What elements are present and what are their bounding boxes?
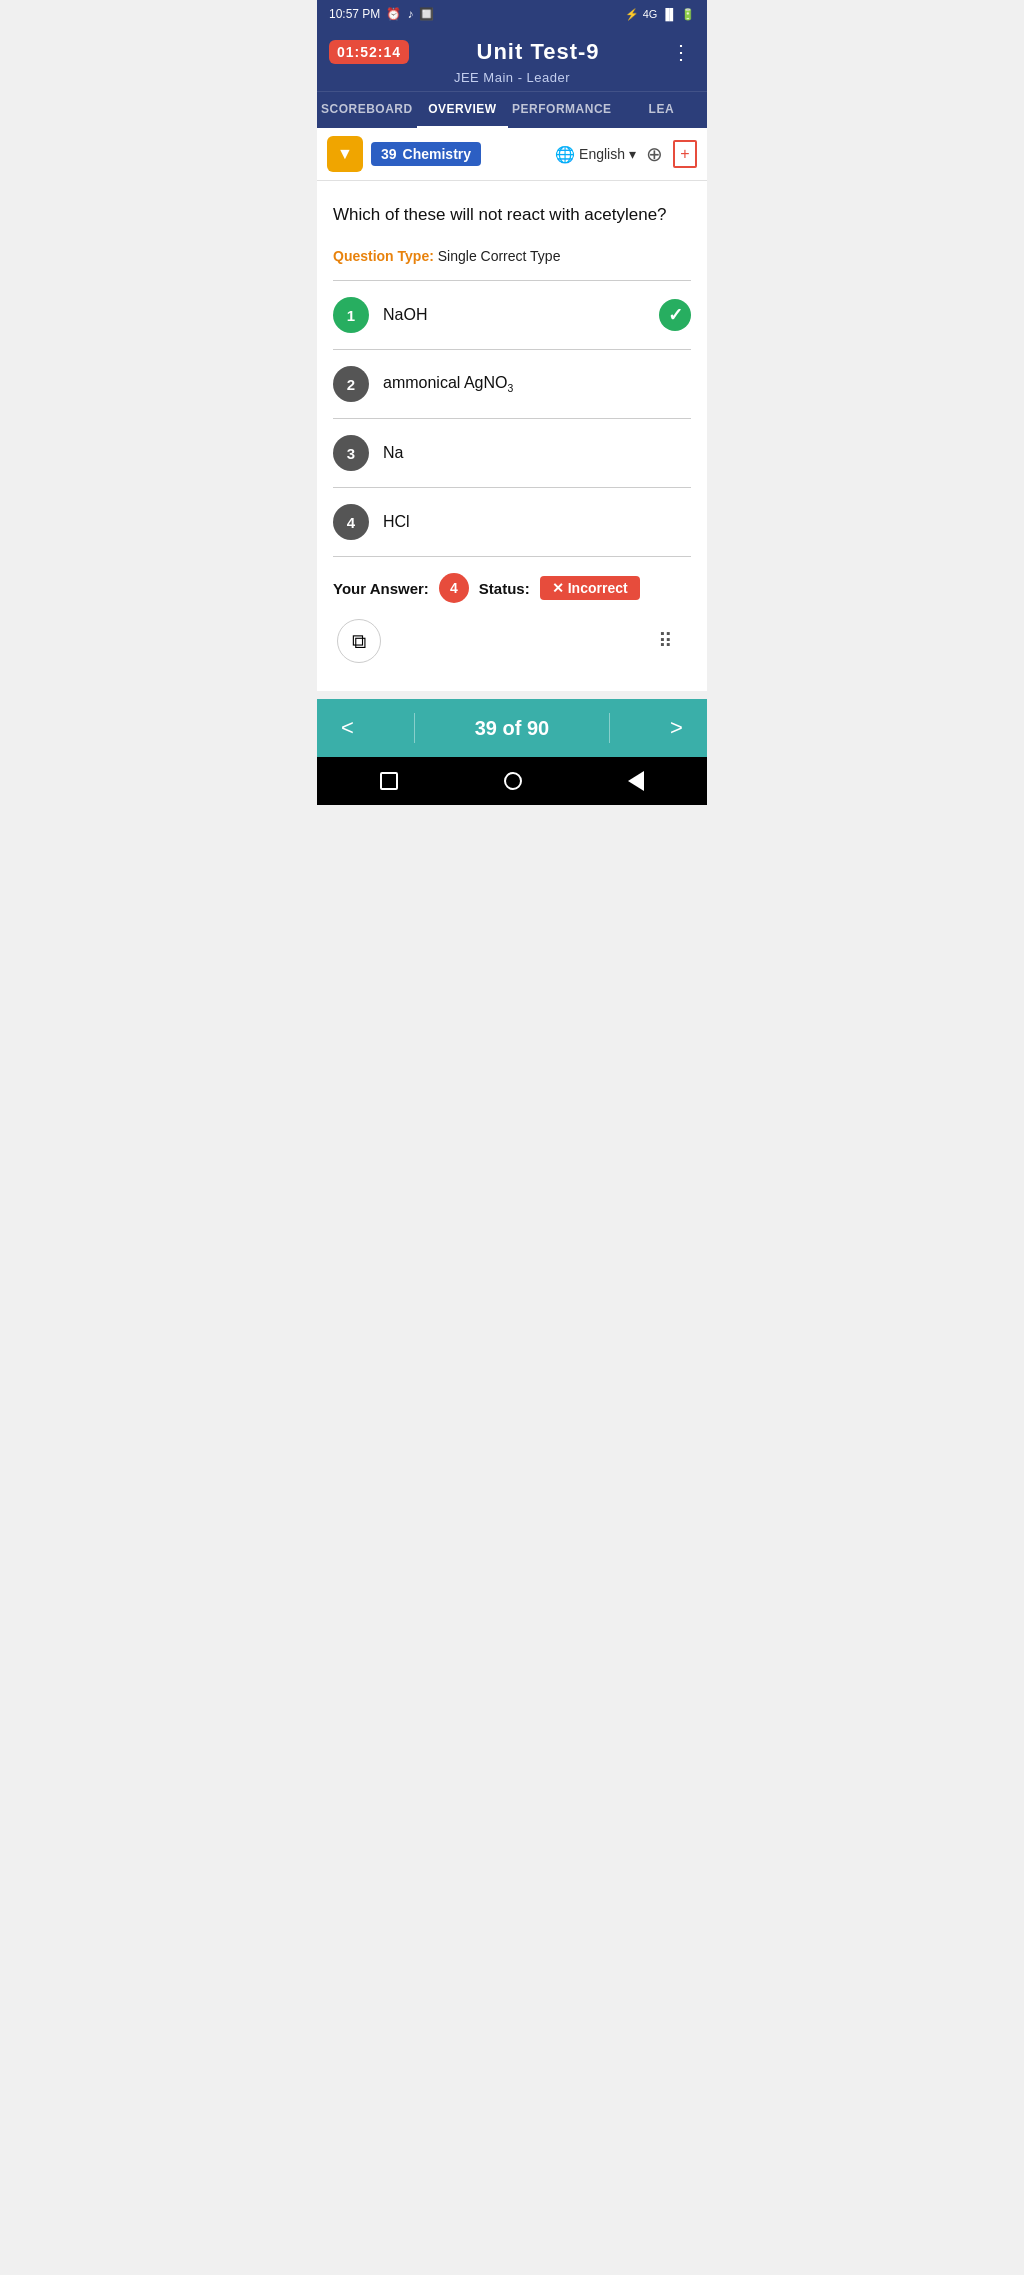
bluetooth-icon: ⚡ bbox=[625, 8, 639, 21]
option-2-text: ammonical AgNO3 bbox=[383, 374, 691, 394]
zoom-button[interactable]: ⊕ bbox=[646, 142, 663, 166]
globe-icon: 🌐 bbox=[555, 145, 575, 164]
status-badge: ✕ Incorrect bbox=[540, 576, 640, 600]
status-bar-left: 10:57 PM ⏰ ♪ 🔲 bbox=[329, 7, 434, 21]
more-menu-button[interactable]: ⋮ bbox=[667, 36, 695, 68]
option-4-number: 4 bbox=[333, 504, 369, 540]
option-4[interactable]: 4 HCl bbox=[333, 488, 691, 556]
filter-icon: ▼ bbox=[337, 145, 353, 163]
signal-text: 4G bbox=[643, 8, 658, 20]
page-divider-left bbox=[414, 713, 415, 743]
language-button[interactable]: 🌐 English ▾ bbox=[555, 145, 636, 164]
status-icon: ✕ bbox=[552, 580, 564, 596]
tiktok-icon: ♪ bbox=[407, 7, 413, 21]
page-divider-right bbox=[609, 713, 610, 743]
grid-button[interactable]: ⠿ bbox=[643, 619, 687, 663]
android-back-icon[interactable] bbox=[628, 771, 644, 791]
answer-status: Your Answer: 4 Status: ✕ Incorrect bbox=[333, 557, 691, 611]
tab-overview[interactable]: OVERVIEW bbox=[417, 92, 508, 128]
status-bar-right: ⚡ 4G ▐▌ 🔋 bbox=[625, 8, 695, 21]
subject-badge: 39 Chemistry bbox=[371, 142, 481, 166]
tab-scoreboard[interactable]: SCOREBOARD bbox=[317, 92, 417, 128]
language-label: English bbox=[579, 146, 625, 162]
status-bar: 10:57 PM ⏰ ♪ 🔲 ⚡ 4G ▐▌ 🔋 bbox=[317, 0, 707, 28]
question-type-label: Question Type: bbox=[333, 248, 434, 264]
option-3-text: Na bbox=[383, 444, 691, 462]
question-text: Which of these will not react with acety… bbox=[333, 201, 691, 228]
header-subtitle: JEE Main - Leader bbox=[329, 70, 695, 91]
status-text: Incorrect bbox=[568, 580, 628, 596]
status-label: Status: bbox=[479, 580, 530, 597]
toolbar: ▼ 39 Chemistry 🌐 English ▾ ⊕ + bbox=[317, 128, 707, 181]
question-number: 39 bbox=[381, 146, 397, 162]
question-type-value: Single Correct Type bbox=[438, 248, 561, 264]
copy-icon: ⧉ bbox=[352, 630, 366, 653]
question-type: Question Type: Single Correct Type bbox=[333, 248, 691, 264]
next-button[interactable]: > bbox=[670, 715, 683, 741]
timer-badge: 01:52:14 bbox=[329, 40, 409, 64]
option-1-text: NaOH bbox=[383, 306, 645, 324]
option-2-number: 2 bbox=[333, 366, 369, 402]
grid-icon: ⠿ bbox=[658, 629, 673, 653]
option-3-number: 3 bbox=[333, 435, 369, 471]
tab-lea[interactable]: LEA bbox=[616, 92, 707, 128]
toolbar-right: 🌐 English ▾ ⊕ + bbox=[555, 140, 697, 168]
option-1-number: 1 bbox=[333, 297, 369, 333]
dropdown-arrow-icon: ▾ bbox=[629, 146, 636, 162]
option-1-correct-icon: ✓ bbox=[659, 299, 691, 331]
zoom-icon: ⊕ bbox=[646, 143, 663, 165]
pagination-bar: < 39 of 90 > bbox=[317, 699, 707, 757]
notification-icon: 🔲 bbox=[419, 7, 434, 21]
copy-button[interactable]: ⧉ bbox=[337, 619, 381, 663]
alarm-icon: ⏰ bbox=[386, 7, 401, 21]
prev-button[interactable]: < bbox=[341, 715, 354, 741]
header: 01:52:14 Unit Test-9 ⋮ JEE Main - Leader bbox=[317, 28, 707, 91]
android-recent-apps-icon[interactable] bbox=[380, 772, 398, 790]
nav-tabs: SCOREBOARD OVERVIEW PERFORMANCE LEA bbox=[317, 91, 707, 128]
android-home-icon[interactable] bbox=[504, 772, 522, 790]
your-answer-label: Your Answer: bbox=[333, 580, 429, 597]
option-1[interactable]: 1 NaOH ✓ bbox=[333, 281, 691, 349]
option-3[interactable]: 3 Na bbox=[333, 419, 691, 487]
signal-bars-icon: ▐▌ bbox=[661, 8, 677, 20]
tab-performance[interactable]: PERFORMANCE bbox=[508, 92, 616, 128]
option-2[interactable]: 2 ammonical AgNO3 bbox=[333, 350, 691, 418]
subject-name: Chemistry bbox=[403, 146, 471, 162]
header-top: 01:52:14 Unit Test-9 ⋮ bbox=[329, 36, 695, 68]
filter-button[interactable]: ▼ bbox=[327, 136, 363, 172]
bottom-actions: ⧉ ⠿ bbox=[333, 611, 691, 671]
android-nav-bar bbox=[317, 757, 707, 805]
page-title: Unit Test-9 bbox=[409, 39, 667, 65]
status-time: 10:57 PM bbox=[329, 7, 380, 21]
question-card: Which of these will not react with acety… bbox=[317, 181, 707, 691]
bookmark-icon: + bbox=[673, 140, 697, 168]
option-4-text: HCl bbox=[383, 513, 691, 531]
page-count: 39 of 90 bbox=[475, 717, 549, 740]
bookmark-button[interactable]: + bbox=[673, 140, 697, 168]
your-answer-badge: 4 bbox=[439, 573, 469, 603]
battery-icon: 🔋 bbox=[681, 8, 695, 21]
